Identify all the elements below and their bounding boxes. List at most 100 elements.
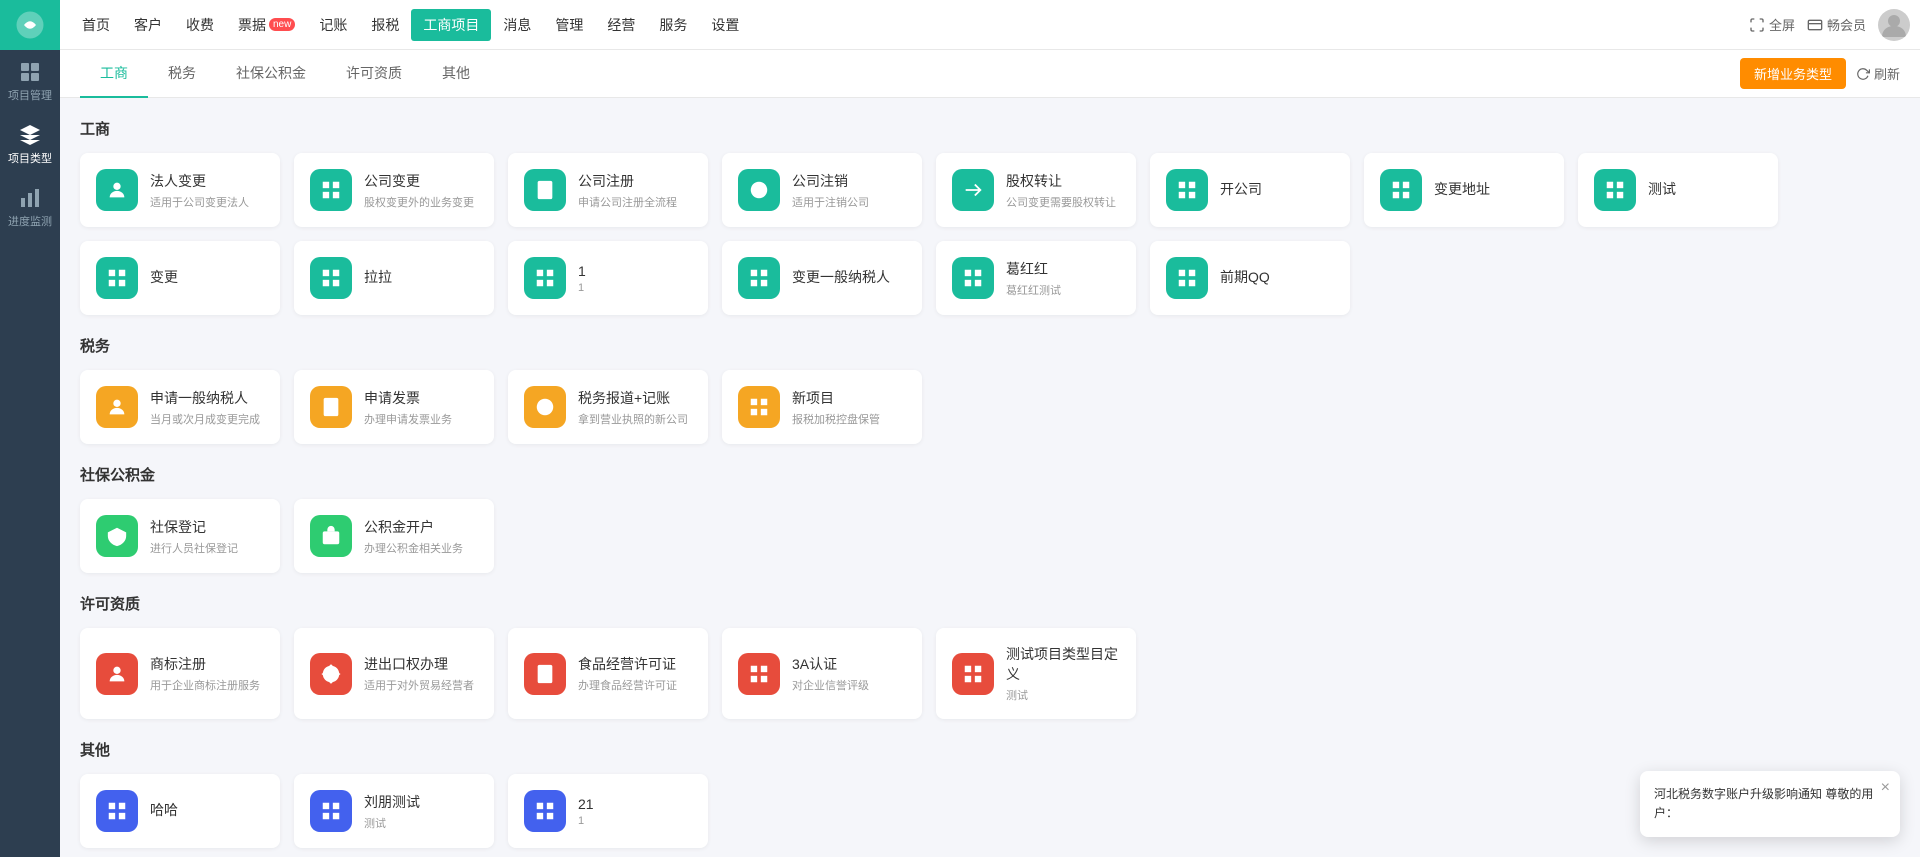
card-icon — [96, 386, 138, 428]
card-icon — [952, 257, 994, 299]
nav-industry[interactable]: 工商项目 — [411, 9, 491, 41]
card-ge-hong-hong[interactable]: 葛红红 葛红红测试 — [936, 241, 1136, 315]
card-change-address[interactable]: 变更地址 — [1364, 153, 1564, 227]
card-icon — [524, 257, 566, 299]
section-title-other: 其他 — [80, 739, 1900, 760]
nav-home[interactable]: 首页 — [70, 0, 122, 50]
new-type-button[interactable]: 新增业务类型 — [1740, 58, 1846, 89]
card-desc: 用于企业商标注册服务 — [150, 677, 264, 693]
card-name: 21 — [578, 796, 692, 812]
card-name: 商标注册 — [150, 654, 264, 674]
card-desc: 适用于注销公司 — [792, 194, 906, 210]
card-tax-report[interactable]: 税务报道+记账 拿到营业执照的新公司 — [508, 370, 708, 444]
nav-manage[interactable]: 管理 — [543, 0, 595, 50]
card-test[interactable]: 测试 — [1578, 153, 1778, 227]
nav-business[interactable]: 经营 — [595, 0, 647, 50]
nav-account[interactable]: 记账 — [307, 0, 359, 50]
fullscreen-btn[interactable]: 全屏 — [1749, 15, 1795, 34]
card-name: 股权转让 — [1006, 171, 1120, 191]
nav-message[interactable]: 消息 — [491, 0, 543, 50]
card-icon — [1166, 169, 1208, 211]
card-equity-transfer[interactable]: 股权转让 公司变更需要股权转让 — [936, 153, 1136, 227]
card-icon — [738, 169, 780, 211]
card-name: 公积金开户 — [364, 517, 478, 537]
card-desc: 报税加税控盘保管 — [792, 411, 906, 427]
card-icon — [310, 169, 352, 211]
member-btn[interactable]: 畅会员 — [1807, 15, 1866, 34]
card-lala[interactable]: 拉拉 — [294, 241, 494, 315]
card-trademark[interactable]: 商标注册 用于企业商标注册服务 — [80, 628, 280, 719]
card-desc: 葛红红测试 — [1006, 282, 1120, 298]
card-new-project[interactable]: 新项目 报税加税控盘保管 — [722, 370, 922, 444]
new-badge: new — [269, 18, 295, 31]
card-desc: 公司变更需要股权转让 — [1006, 194, 1120, 210]
avatar[interactable] — [1878, 9, 1910, 41]
card-name: 拉拉 — [364, 267, 478, 287]
card-fund-open[interactable]: 公积金开户 办理公积金相关业务 — [294, 499, 494, 573]
fullscreen-label: 全屏 — [1769, 15, 1795, 34]
nav-settings[interactable]: 设置 — [699, 0, 751, 50]
card-one[interactable]: 1 1 — [508, 241, 708, 315]
card-icon — [738, 257, 780, 299]
card-icon — [1380, 169, 1422, 211]
card-name: 哈哈 — [150, 800, 264, 820]
card-liupeng-test[interactable]: 刘朋测试 测试 — [294, 774, 494, 848]
card-name: 前期QQ — [1220, 267, 1334, 287]
card-open-company[interactable]: 开公司 — [1150, 153, 1350, 227]
card-twenty-one[interactable]: 21 1 — [508, 774, 708, 848]
card-desc: 办理公积金相关业务 — [364, 540, 478, 556]
card-name: 测试项目类型目定义 — [1006, 644, 1120, 684]
card-icon — [952, 653, 994, 695]
card-name: 变更一般纳税人 — [792, 267, 906, 287]
card-name: 食品经营许可证 — [578, 654, 692, 674]
card-early-qq[interactable]: 前期QQ — [1150, 241, 1350, 315]
card-company-register[interactable]: 公司注册 申请公司注册全流程 — [508, 153, 708, 227]
card-change[interactable]: 变更 — [80, 241, 280, 315]
nav-service[interactable]: 服务 — [647, 0, 699, 50]
card-social-register[interactable]: 社保登记 进行人员社保登记 — [80, 499, 280, 573]
card-food-license[interactable]: 食品经营许可证 办理食品经营许可证 — [508, 628, 708, 719]
card-haha[interactable]: 哈哈 — [80, 774, 280, 848]
card-icon — [310, 653, 352, 695]
sidebar-item-project-manage[interactable]: 项目管理 — [0, 50, 60, 113]
card-change-taxpayer[interactable]: 变更一般纳税人 — [722, 241, 922, 315]
card-name: 测试 — [1648, 179, 1762, 199]
subtab-social[interactable]: 社保公积金 — [216, 50, 326, 98]
card-name: 公司注销 — [792, 171, 906, 191]
card-test-type[interactable]: 测试项目类型目定义 测试 — [936, 628, 1136, 719]
subtab-license[interactable]: 许可资质 — [326, 50, 422, 98]
tag-icon — [18, 123, 42, 147]
refresh-button[interactable]: 刷新 — [1856, 64, 1900, 83]
nav-customer[interactable]: 客户 — [122, 0, 174, 50]
subtab-industry[interactable]: 工商 — [80, 50, 148, 98]
card-desc: 办理申请发票业务 — [364, 411, 478, 427]
notification-close-btn[interactable]: × — [1881, 779, 1890, 797]
card-desc: 适用于对外贸易经营者 — [364, 677, 478, 693]
card-apply-taxpayer[interactable]: 申请一般纳税人 当月或次月成变更完成 — [80, 370, 280, 444]
nav-invoice[interactable]: 票据 new — [226, 0, 307, 50]
logo[interactable] — [0, 0, 60, 50]
nav-billing[interactable]: 收费 — [174, 0, 226, 50]
nav-tax[interactable]: 报税 — [359, 0, 411, 50]
card-icon — [738, 653, 780, 695]
sidebar: 项目管理 项目类型 进度监测 — [0, 0, 60, 857]
card-icon — [1594, 169, 1636, 211]
card-company-cancel[interactable]: 公司注销 适用于注销公司 — [722, 153, 922, 227]
subtab-tax[interactable]: 税务 — [148, 50, 216, 98]
topnav-right: 全屏 畅会员 — [1749, 9, 1910, 41]
card-icon — [310, 790, 352, 832]
card-3a-cert[interactable]: 3A认证 对企业信誉评级 — [722, 628, 922, 719]
sidebar-item-project-type[interactable]: 项目类型 — [0, 113, 60, 176]
card-desc: 1 — [578, 282, 692, 294]
card-name: 变更 — [150, 267, 264, 287]
card-company-change[interactable]: 公司变更 股权变更外的业务变更 — [294, 153, 494, 227]
sidebar-item-progress[interactable]: 进度监测 — [0, 176, 60, 239]
subtab-other[interactable]: 其他 — [422, 50, 490, 98]
card-apply-invoice[interactable]: 申请发票 办理申请发票业务 — [294, 370, 494, 444]
content: 工商 税务 社保公积金 许可资质 其他 新增业务类型 刷新 工商 — [60, 50, 1920, 857]
card-legal-change[interactable]: 法人变更 适用于公司变更法人 — [80, 153, 280, 227]
topnav: 首页 客户 收费 票据 new 记账 报税 工商项目 消息 管理 经营 服务 设… — [60, 0, 1920, 50]
card-import-export[interactable]: 进出口权办理 适用于对外贸易经营者 — [294, 628, 494, 719]
card-name: 进出口权办理 — [364, 654, 478, 674]
card-name: 法人变更 — [150, 171, 264, 191]
